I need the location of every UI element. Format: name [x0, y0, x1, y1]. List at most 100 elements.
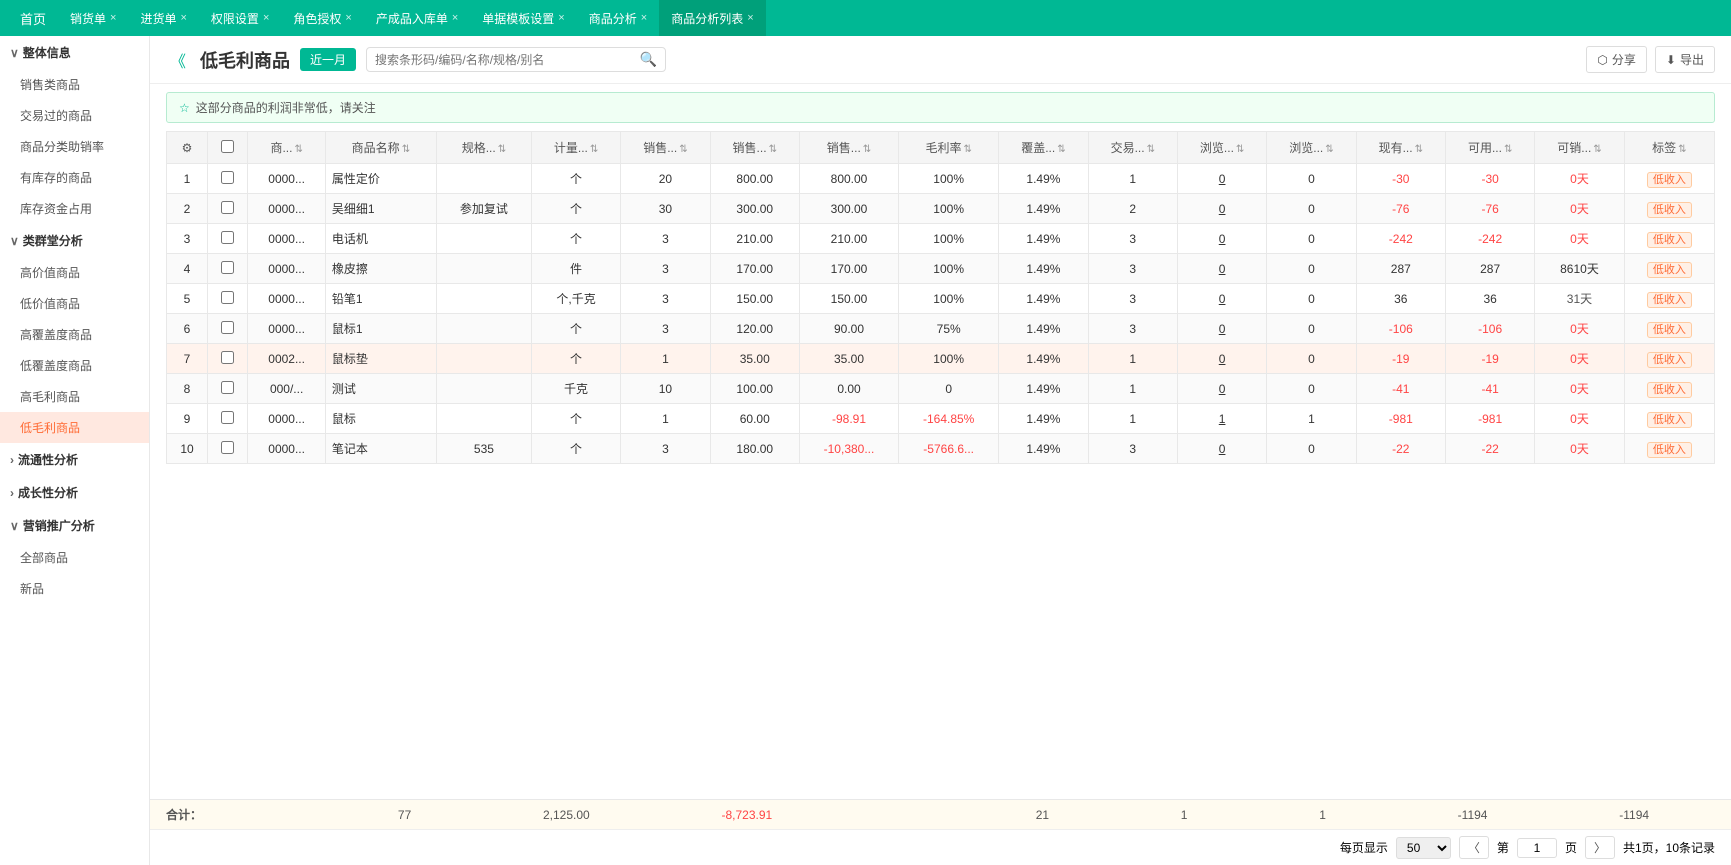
th-view1[interactable]: 浏览...⇅ — [1177, 132, 1266, 164]
th-name[interactable]: 商品名称⇅ — [325, 132, 436, 164]
row-checkbox-0[interactable] — [221, 171, 234, 184]
th-current[interactable]: 现有...⇅ — [1356, 132, 1445, 164]
nav-purchase-close[interactable]: × — [180, 12, 186, 24]
sidebar-item-low-margin[interactable]: 低毛利商品 — [0, 412, 149, 443]
td-name[interactable]: 鼠标垫 — [325, 344, 436, 374]
th-spec[interactable]: 规格...⇅ — [436, 132, 531, 164]
td-view1[interactable]: 0 — [1177, 224, 1266, 254]
nav-template-settings[interactable]: 单据模板设置 × — [470, 0, 576, 36]
td-name[interactable]: 铅笔1 — [325, 284, 436, 314]
export-button[interactable]: ⬇ 导出 — [1655, 46, 1715, 73]
row-checkbox-6[interactable] — [221, 351, 234, 364]
nav-product-analysis-list[interactable]: 商品分析列表 × — [659, 0, 765, 36]
sidebar-group-marketing[interactable]: ∨ 营销推广分析 — [0, 509, 149, 542]
td-name[interactable]: 吴细细1 — [325, 194, 436, 224]
td-name[interactable]: 电话机 — [325, 224, 436, 254]
nav-permission-close[interactable]: × — [263, 12, 269, 24]
select-all-checkbox[interactable] — [221, 140, 234, 153]
sidebar-group-liquidity[interactable]: › 流通性分析 — [0, 443, 149, 476]
td-view1[interactable]: 0 — [1177, 284, 1266, 314]
td-checkbox[interactable] — [208, 434, 248, 464]
th-sales-price[interactable]: 销售...⇅ — [710, 132, 799, 164]
nav-home[interactable]: 首页 — [8, 0, 58, 36]
sidebar-item-category-sales-rate[interactable]: 商品分类助销率 — [0, 131, 149, 162]
sidebar-item-new-goods[interactable]: 新品 — [0, 573, 149, 604]
nav-permission[interactable]: 权限设置 × — [199, 0, 281, 36]
period-button[interactable]: 近一月 — [300, 48, 356, 71]
nav-template-close[interactable]: × — [558, 12, 564, 24]
row-checkbox-4[interactable] — [221, 291, 234, 304]
per-page-select[interactable]: 50 100 200 — [1396, 837, 1451, 859]
share-button[interactable]: ⬡ 分享 — [1586, 46, 1647, 73]
td-checkbox[interactable] — [208, 314, 248, 344]
td-view1[interactable]: 1 — [1177, 404, 1266, 434]
td-view1[interactable]: 0 — [1177, 254, 1266, 284]
td-checkbox[interactable] — [208, 374, 248, 404]
sidebar-item-inventory-capital[interactable]: 库存资金占用 — [0, 193, 149, 224]
th-sales-amount[interactable]: 销售...⇅ — [799, 132, 898, 164]
collapse-sidebar-button[interactable]: 《 — [166, 48, 190, 72]
row-checkbox-7[interactable] — [221, 381, 234, 394]
td-name[interactable]: 笔记本 — [325, 434, 436, 464]
sidebar-group-cluster[interactable]: ∨ 类群堂分析 — [0, 224, 149, 257]
row-checkbox-8[interactable] — [221, 411, 234, 424]
nav-sales-order[interactable]: 销货单 × — [58, 0, 128, 36]
sidebar-item-stocked-goods[interactable]: 有库存的商品 — [0, 162, 149, 193]
sidebar-item-low-coverage[interactable]: 低覆盖度商品 — [0, 350, 149, 381]
row-checkbox-3[interactable] — [221, 261, 234, 274]
td-checkbox[interactable] — [208, 344, 248, 374]
td-view1[interactable]: 0 — [1177, 194, 1266, 224]
sidebar-item-all-goods[interactable]: 全部商品 — [0, 542, 149, 573]
nav-purchase-order[interactable]: 进货单 × — [128, 0, 198, 36]
sidebar-item-high-value[interactable]: 高价值商品 — [0, 257, 149, 288]
td-name[interactable]: 鼠标1 — [325, 314, 436, 344]
td-name[interactable]: 测试 — [325, 374, 436, 404]
sidebar-item-low-value[interactable]: 低价值商品 — [0, 288, 149, 319]
prev-page-button[interactable]: 〈 — [1459, 836, 1489, 859]
row-checkbox-5[interactable] — [221, 321, 234, 334]
td-checkbox[interactable] — [208, 224, 248, 254]
nav-product-analysis[interactable]: 商品分析 × — [577, 0, 659, 36]
nav-sales-order-close[interactable]: × — [110, 12, 116, 24]
th-available[interactable]: 可用...⇅ — [1445, 132, 1534, 164]
td-checkbox[interactable] — [208, 404, 248, 434]
td-view1[interactable]: 0 — [1177, 374, 1266, 404]
sidebar-group-overall[interactable]: ∨ 整体信息 — [0, 36, 149, 69]
th-sales-qty[interactable]: 销售...⇅ — [621, 132, 710, 164]
page-number-input[interactable] — [1517, 838, 1557, 858]
row-checkbox-2[interactable] — [221, 231, 234, 244]
nav-analysis-list-close[interactable]: × — [747, 12, 753, 24]
td-checkbox[interactable] — [208, 284, 248, 314]
th-gross-margin[interactable]: 毛利率⇅ — [899, 132, 999, 164]
th-view2[interactable]: 浏览...⇅ — [1267, 132, 1356, 164]
nav-role-auth[interactable]: 角色授权 × — [281, 0, 363, 36]
td-checkbox[interactable] — [208, 194, 248, 224]
td-name[interactable]: 橡皮擦 — [325, 254, 436, 284]
td-name[interactable]: 鼠标 — [325, 404, 436, 434]
sidebar-item-traded-goods[interactable]: 交易过的商品 — [0, 100, 149, 131]
nav-analysis-close[interactable]: × — [641, 12, 647, 24]
nav-product-inbound[interactable]: 产成品入库单 × — [364, 0, 470, 36]
th-unit[interactable]: 计量...⇅ — [531, 132, 620, 164]
th-code[interactable]: 商...⇅ — [248, 132, 325, 164]
th-trade[interactable]: 交易...⇅ — [1088, 132, 1177, 164]
sidebar-item-high-margin[interactable]: 高毛利商品 — [0, 381, 149, 412]
sidebar-group-growth[interactable]: › 成长性分析 — [0, 476, 149, 509]
td-view1[interactable]: 0 — [1177, 344, 1266, 374]
nav-role-close[interactable]: × — [345, 12, 351, 24]
sidebar-item-sales-goods[interactable]: 销售类商品 — [0, 69, 149, 100]
sidebar-item-high-coverage[interactable]: 高覆盖度商品 — [0, 319, 149, 350]
td-view1[interactable]: 0 — [1177, 434, 1266, 464]
td-checkbox[interactable] — [208, 164, 248, 194]
td-view1[interactable]: 0 — [1177, 314, 1266, 344]
search-icon[interactable]: 🔍 — [640, 51, 657, 68]
search-input[interactable] — [375, 53, 640, 67]
th-tag[interactable]: 标签⇅ — [1624, 132, 1714, 164]
th-settings[interactable]: ⚙ — [167, 132, 208, 164]
th-checkbox[interactable] — [208, 132, 248, 164]
th-coverage[interactable]: 覆盖...⇅ — [999, 132, 1088, 164]
td-checkbox[interactable] — [208, 254, 248, 284]
th-sellable[interactable]: 可销...⇅ — [1535, 132, 1624, 164]
row-checkbox-9[interactable] — [221, 441, 234, 454]
next-page-button[interactable]: 〉 — [1585, 836, 1615, 859]
